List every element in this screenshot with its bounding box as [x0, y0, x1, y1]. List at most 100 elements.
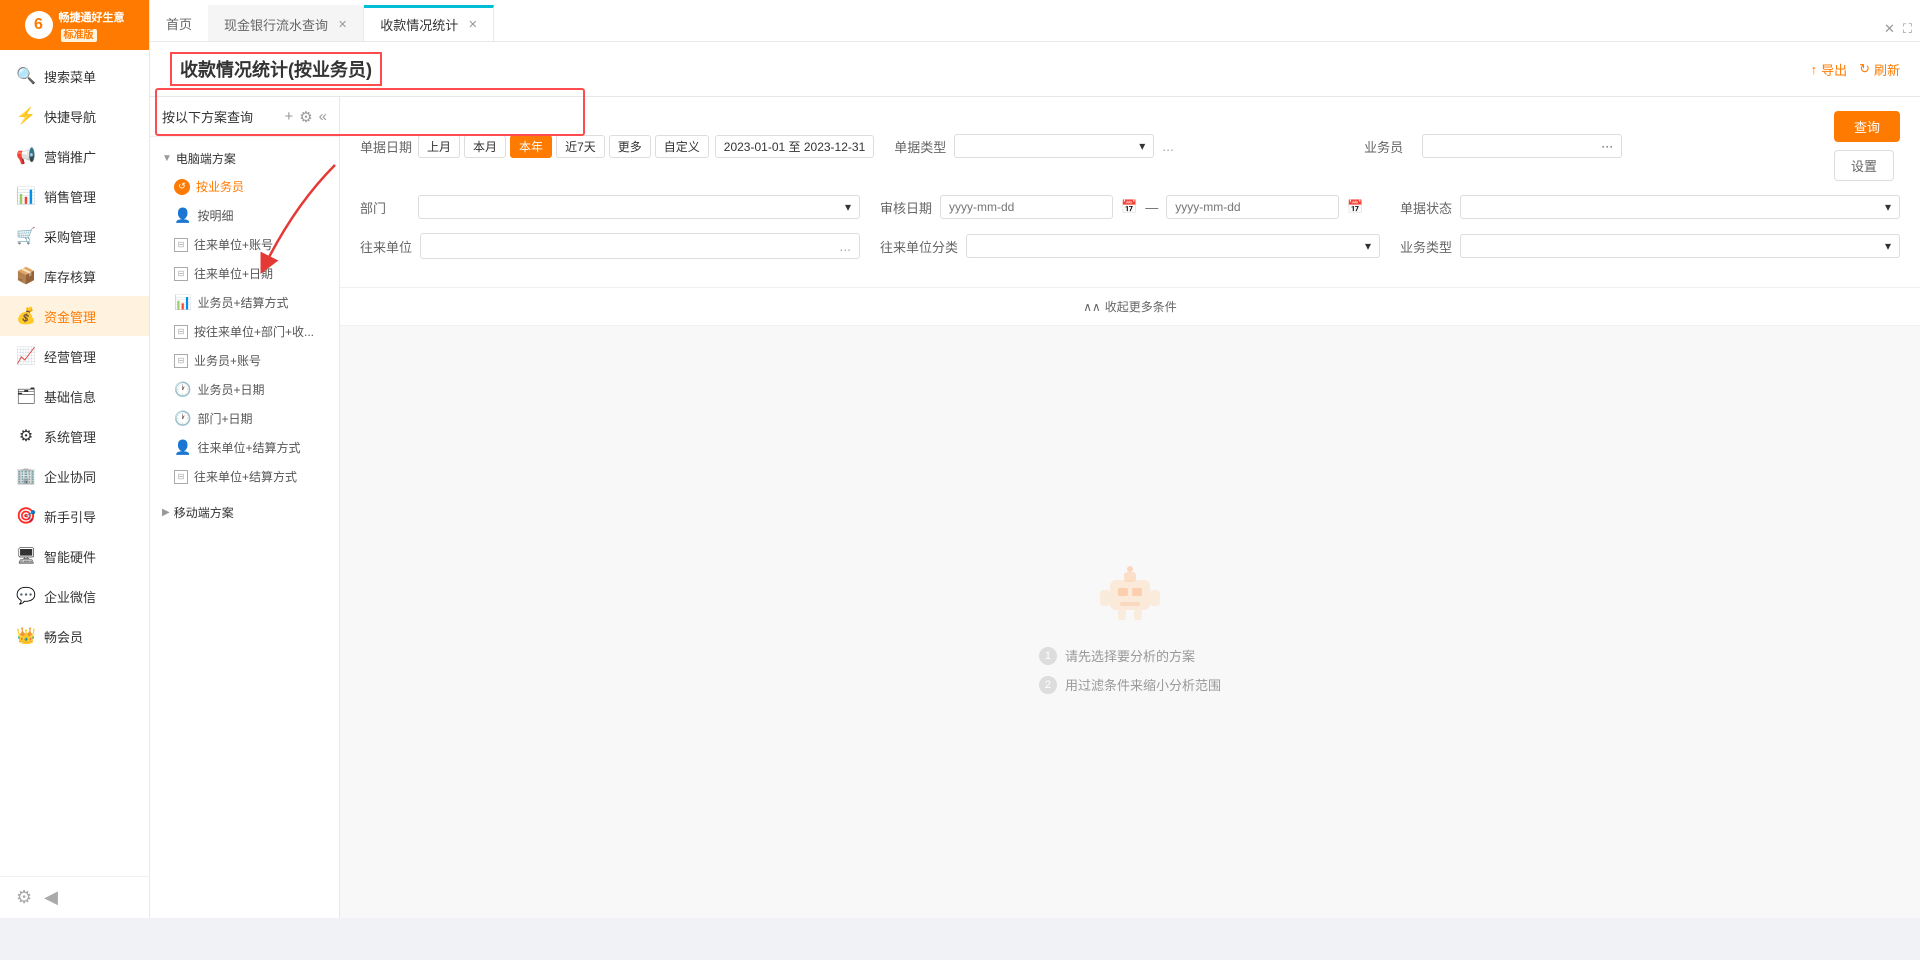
export-button[interactable]: ↑ 导出	[1811, 60, 1848, 79]
sidebar-item-finance[interactable]: 💰 资金管理	[0, 296, 149, 336]
sidebar-item-sales[interactable]: 📊 销售管理	[0, 176, 149, 216]
sidebar-item-quick-nav[interactable]: ⚡ 快捷导航	[0, 96, 149, 136]
filter-item-date: 单据日期 上月 本月 本年 近7天 更多 自定义 2023-01-01 至	[360, 135, 874, 158]
sidebar-item-label: 销售管理	[44, 187, 96, 206]
sidebar-item-member[interactable]: 👑 畅会员	[0, 616, 149, 656]
collapse-icon[interactable]: ◀	[44, 887, 58, 908]
date-btn-custom[interactable]: 自定义	[655, 135, 709, 158]
filter-settings-button[interactable]: 设置	[1834, 150, 1894, 181]
salesperson-label: 业务员	[1364, 137, 1414, 156]
calendar-end-icon[interactable]: 📅	[1347, 199, 1363, 215]
sidebar-item-search-menu[interactable]: 🔍 搜索菜单	[0, 56, 149, 96]
collapse-scheme-icon[interactable]: «	[319, 108, 327, 125]
sidebar-item-system[interactable]: ⚙ 系统管理	[0, 416, 149, 456]
tab-bank-flow[interactable]: 现金银行流水查询 ✕	[208, 5, 364, 41]
sidebar-item-label: 库存核算	[44, 267, 96, 286]
scheme-item-partner-dept[interactable]: ⊟ 按往来单位+部门+收...	[150, 317, 339, 346]
review-date-end-input[interactable]	[1166, 195, 1339, 219]
scheme-group-desktop-title[interactable]: ▼ 电脑端方案	[150, 145, 339, 172]
system-icon: ⚙	[16, 426, 36, 446]
scheme-item-partner-settle2[interactable]: ⊟ 往来单位+结算方式	[150, 462, 339, 491]
main-content: 收款情况统计(按业务员) ↑ 导出 ↻ 刷新 按以下方案查询 + ⚙ «	[150, 42, 1920, 918]
sidebar-item-label: 采购管理	[44, 227, 96, 246]
doc-status-select[interactable]: ▾	[1460, 195, 1900, 219]
partner-category-select[interactable]: ▾	[966, 234, 1380, 258]
scheme-item-label: 按明细	[197, 207, 233, 224]
scheme-item-sales-date[interactable]: 🕐 业务员+日期	[150, 375, 339, 404]
dept-select[interactable]: ▾	[418, 195, 860, 219]
tab-window-close-icon[interactable]: ✕	[1884, 21, 1895, 37]
scheme-item-detail[interactable]: 👤 按明细	[150, 201, 339, 230]
sidebar-item-wechat[interactable]: 💬 企业微信	[0, 576, 149, 616]
date-btn-more[interactable]: 更多	[609, 135, 651, 158]
sidebar-item-label: 新手引导	[44, 507, 96, 526]
add-scheme-icon[interactable]: +	[284, 108, 293, 125]
logo-icon: 6	[25, 11, 53, 39]
tab-actions: ✕ ⛶	[1884, 21, 1920, 41]
review-date-start-input[interactable]	[940, 195, 1113, 219]
sidebar-item-hardware[interactable]: 🖥 智能硬件	[0, 536, 149, 576]
partner-select[interactable]: ...	[420, 233, 860, 259]
date-btn-7days[interactable]: 近7天	[556, 135, 605, 158]
scheme-item-label: 业务员+账号	[194, 352, 261, 369]
refresh-button[interactable]: ↻ 刷新	[1859, 60, 1900, 79]
scheme-item-sales-settle[interactable]: 📊 业务员+结算方式	[150, 288, 339, 317]
scheme-item-icon-people: 👤	[174, 207, 191, 224]
collapse-bar[interactable]: ∧∧ 收起更多条件	[340, 288, 1920, 326]
sidebar-item-operations[interactable]: 📈 经营管理	[0, 336, 149, 376]
collapse-arrow-icon: ∧∧	[1083, 300, 1101, 314]
doc-status-label: 单据状态	[1400, 198, 1452, 217]
query-button[interactable]: 查询	[1834, 111, 1900, 142]
tab-collection-stats-close[interactable]: ✕	[468, 18, 477, 31]
scheme-header: 按以下方案查询 + ⚙ «	[150, 97, 339, 137]
scheme-item-partner-settle1[interactable]: 👤 往来单位+结算方式	[150, 433, 339, 462]
date-dash: —	[1145, 200, 1158, 215]
sidebar-item-inventory[interactable]: 📦 库存核算	[0, 256, 149, 296]
salesperson-more-icon: ···	[1601, 139, 1613, 153]
scheme-item-sales-account[interactable]: ⊟ 业务员+账号	[150, 346, 339, 375]
scheme-item-label: 按业务员	[196, 178, 244, 195]
page-header-actions: ↑ 导出 ↻ 刷新	[1811, 60, 1900, 79]
scheme-group-mobile-title[interactable]: ▶ 移动端方案	[150, 499, 339, 526]
date-btn-last-month[interactable]: 上月	[418, 135, 460, 158]
scheme-group-mobile: ▶ 移动端方案	[150, 495, 339, 530]
scheme-item-icon-clock2: 🕐	[174, 410, 191, 427]
date-btn-this-year[interactable]: 本年	[510, 135, 552, 158]
settings-icon[interactable]: ⚙	[16, 887, 32, 908]
tab-fullscreen-icon[interactable]: ⛶	[1903, 21, 1912, 37]
tab-bank-flow-label: 现金银行流水查询	[224, 15, 328, 34]
date-btn-this-month[interactable]: 本月	[464, 135, 506, 158]
scheme-item-salesperson[interactable]: ↺ 按业务员	[150, 172, 339, 201]
empty-tip-1: 1 请先选择要分析的方案	[1039, 646, 1221, 665]
sidebar-item-label: 智能硬件	[44, 547, 96, 566]
filter-row-1: 单据日期 上月 本月 本年 近7天 更多 自定义 2023-01-01 至	[360, 111, 1900, 181]
sidebar-menu: 🔍 搜索菜单 ⚡ 快捷导航 📢 营销推广 📊 销售管理 🛒 采购管理 📦 库存核…	[0, 50, 149, 876]
empty-tip-2: 2 用过滤条件来缩小分析范围	[1039, 675, 1221, 694]
enterprise-icon: 🏢	[16, 466, 36, 486]
scheme-item-icon-people2: 👤	[174, 439, 191, 456]
doc-type-more-icon[interactable]: ...	[1162, 138, 1174, 154]
salesperson-select[interactable]: ···	[1422, 134, 1622, 158]
sidebar-item-enterprise[interactable]: 🏢 企业协同	[0, 456, 149, 496]
tab-collection-stats[interactable]: 收款情况统计 ✕	[364, 5, 494, 41]
sidebar-item-marketing[interactable]: 📢 营销推广	[0, 136, 149, 176]
filter-panel: 单据日期 上月 本月 本年 近7天 更多 自定义 2023-01-01 至	[340, 97, 1920, 918]
scheme-item-partner-account[interactable]: ⊟ 往来单位+账号	[150, 230, 339, 259]
scheme-item-dept-date[interactable]: 🕐 部门+日期	[150, 404, 339, 433]
sidebar-item-purchase[interactable]: 🛒 采购管理	[0, 216, 149, 256]
sidebar-item-basic-info[interactable]: 🗂 基础信息	[0, 376, 149, 416]
settings-scheme-icon[interactable]: ⚙	[299, 108, 312, 126]
doc-type-select[interactable]: ▾	[954, 134, 1154, 158]
collapse-label: 收起更多条件	[1105, 298, 1177, 315]
inventory-icon: 📦	[16, 266, 36, 286]
scheme-item-partner-date[interactable]: ⊟ 往来单位+日期	[150, 259, 339, 288]
biz-type-label: 业务类型	[1400, 237, 1452, 256]
filter-item-dept: 部门 ▾	[360, 195, 860, 219]
calendar-start-icon[interactable]: 📅	[1121, 199, 1137, 215]
tab-bank-flow-close[interactable]: ✕	[338, 18, 347, 31]
hardware-icon: 🖥	[16, 546, 36, 566]
sidebar-item-guide[interactable]: 🎯 新手引导	[0, 496, 149, 536]
biz-type-select[interactable]: ▾	[1460, 234, 1900, 258]
tab-home[interactable]: 首页	[150, 5, 208, 41]
sidebar-item-label: 营销推广	[44, 147, 96, 166]
